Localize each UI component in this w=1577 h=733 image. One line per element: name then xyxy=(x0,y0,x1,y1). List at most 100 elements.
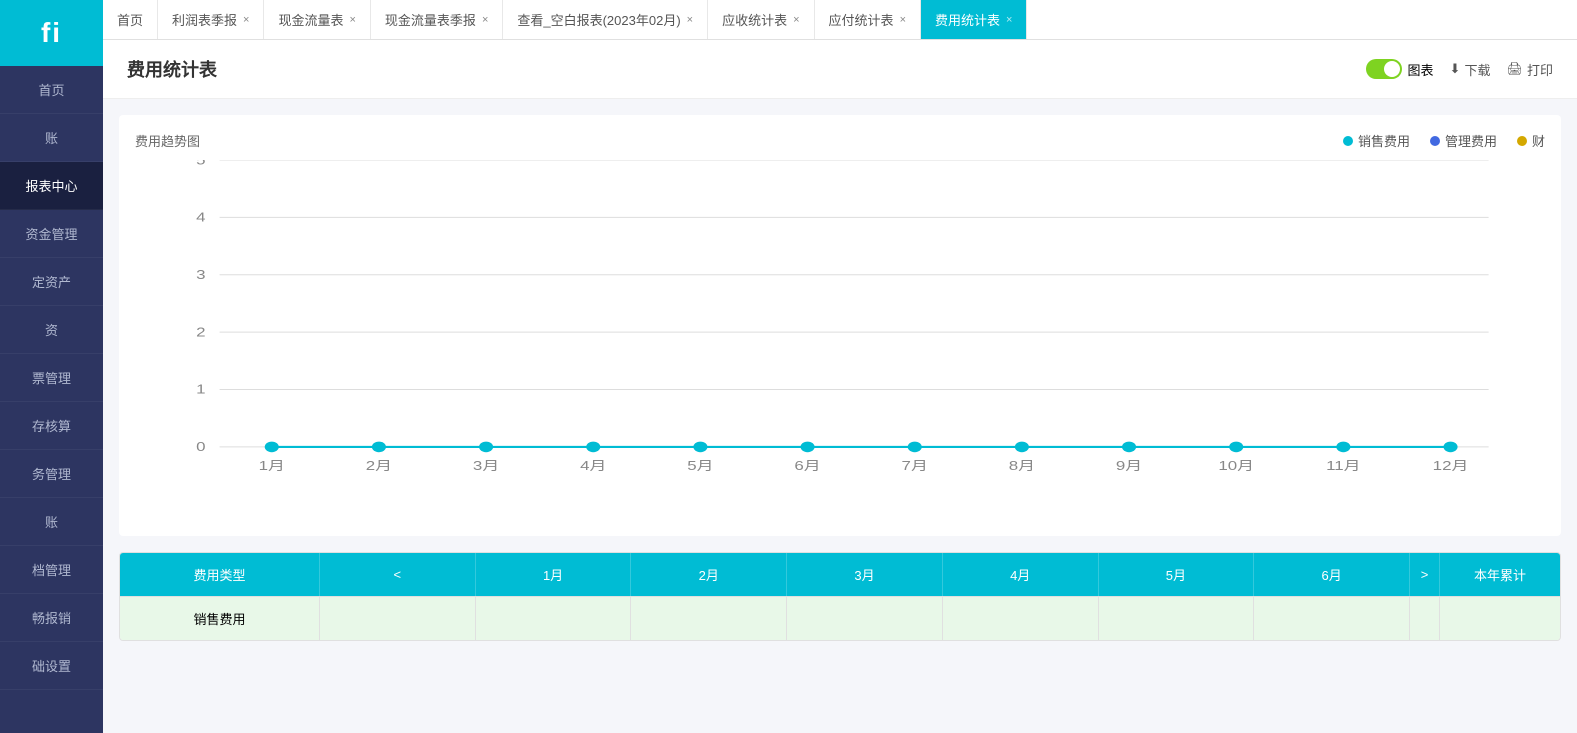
svg-text:8月: 8月 xyxy=(1009,459,1035,473)
sidebar-item-archive[interactable]: 档管理 xyxy=(0,546,103,594)
sidebar-item-fund-management[interactable]: 资金管理 xyxy=(0,210,103,258)
sidebar: fi 首页 账 报表中心 资金管理 定资产 资 票管理 存核算 务管理 账 档管… xyxy=(0,0,103,733)
legend-finance: 财 xyxy=(1517,131,1545,150)
svg-text:6月: 6月 xyxy=(794,459,820,473)
nav-next-icon[interactable]: > xyxy=(1421,567,1429,582)
td-type: 销售费用 xyxy=(120,597,320,640)
header-actions: 图表 ⬇ 下载 🖨 打印 xyxy=(1366,59,1553,79)
download-label: 下载 xyxy=(1464,60,1490,79)
close-expense-stats[interactable]: × xyxy=(1006,14,1012,26)
sidebar-item-home[interactable]: 首页 xyxy=(0,66,103,114)
close-payable[interactable]: × xyxy=(900,14,906,26)
svg-text:10月: 10月 xyxy=(1218,459,1254,473)
th-nav-prev[interactable]: < xyxy=(320,553,476,596)
print-icon: 🖨 xyxy=(1506,61,1523,77)
tab-blank-report[interactable]: 查看_空白报表(2023年02月) × xyxy=(503,0,708,39)
legend-admin: 管理费用 xyxy=(1430,131,1497,150)
tab-profit-quarter[interactable]: 利润表季报 × xyxy=(158,0,264,39)
print-button[interactable]: 🖨 打印 xyxy=(1506,60,1553,79)
sidebar-item-sales-return[interactable]: 畅报销 xyxy=(0,594,103,642)
td-may xyxy=(1099,597,1255,640)
chart-area: 费用趋势图 销售费用 管理费用 财 xyxy=(119,115,1561,536)
sidebar-item-inventory[interactable]: 存核算 xyxy=(0,402,103,450)
tab-expense-stats-label: 费用统计表 xyxy=(935,10,1000,29)
svg-text:3: 3 xyxy=(196,268,205,282)
tab-blank-report-label: 查看_空白报表(2023年02月) xyxy=(517,10,680,29)
legend-sales-label: 销售费用 xyxy=(1358,131,1410,150)
legend-finance-label: 财 xyxy=(1532,131,1545,150)
tab-payable[interactable]: 应付统计表 × xyxy=(815,0,921,39)
th-mar: 3月 xyxy=(787,553,943,596)
tab-payable-label: 应付统计表 xyxy=(829,10,894,29)
sidebar-item-invoice[interactable]: 票管理 xyxy=(0,354,103,402)
td-nav-spacer xyxy=(320,597,476,640)
sidebar-item-assets[interactable]: 资 xyxy=(0,306,103,354)
tab-bar: 首页 利润表季报 × 现金流量表 × 现金流量表季报 × 查看_空白报表(202… xyxy=(103,0,1577,40)
tab-cash-flow[interactable]: 现金流量表 × xyxy=(264,0,370,39)
sidebar-item-settings[interactable]: 础设置 xyxy=(0,642,103,690)
tab-cash-flow-quarter[interactable]: 现金流量表季报 × xyxy=(371,0,503,39)
td-apr xyxy=(943,597,1099,640)
chart-svg: 0 1 2 3 4 5 1月 2月 3月 4月 5月 6月 7月 8月 9月 xyxy=(135,160,1545,500)
table-row: 销售费用 xyxy=(120,596,1560,640)
th-ytd: 本年累计 xyxy=(1440,553,1560,596)
page-title: 费用统计表 xyxy=(127,56,217,82)
chart-header: 费用趋势图 销售费用 管理费用 财 xyxy=(135,131,1545,150)
th-jan: 1月 xyxy=(476,553,632,596)
svg-text:3月: 3月 xyxy=(473,459,499,473)
tab-expense-stats[interactable]: 费用统计表 × xyxy=(921,0,1027,39)
close-cash-flow[interactable]: × xyxy=(349,14,355,26)
svg-text:12月: 12月 xyxy=(1433,459,1469,473)
legend-finance-dot xyxy=(1517,136,1527,146)
main-area: 首页 利润表季报 × 现金流量表 × 现金流量表季报 × 查看_空白报表(202… xyxy=(103,0,1577,733)
table-area: 费用类型 < 1月 2月 3月 4月 5月 6月 > 本年累计 销售费用 xyxy=(119,552,1561,641)
legend-admin-dot xyxy=(1430,136,1440,146)
svg-text:0: 0 xyxy=(196,440,205,454)
page-content: 费用统计表 图表 ⬇ 下载 🖨 打印 费用趋势图 xyxy=(103,40,1577,733)
table-header: 费用类型 < 1月 2月 3月 4月 5月 6月 > 本年累计 xyxy=(120,553,1560,596)
svg-text:2: 2 xyxy=(196,325,205,339)
legend-sales: 销售费用 xyxy=(1343,131,1410,150)
chart-title: 费用趋势图 xyxy=(135,131,200,150)
nav-prev-icon[interactable]: < xyxy=(394,567,402,582)
page-header: 费用统计表 图表 ⬇ 下载 🖨 打印 xyxy=(103,40,1577,99)
chart-svg-area: 0 1 2 3 4 5 1月 2月 3月 4月 5月 6月 7月 8月 9月 xyxy=(135,160,1545,520)
svg-text:5月: 5月 xyxy=(687,459,713,473)
tab-home-label: 首页 xyxy=(117,10,143,29)
sidebar-item-fixed-assets[interactable]: 定资产 xyxy=(0,258,103,306)
sidebar-item-account[interactable]: 账 xyxy=(0,498,103,546)
tab-receivable[interactable]: 应收统计表 × xyxy=(708,0,814,39)
td-mar xyxy=(787,597,943,640)
legend-admin-label: 管理费用 xyxy=(1445,131,1497,150)
close-profit-quarter[interactable]: × xyxy=(243,14,249,26)
th-apr: 4月 xyxy=(943,553,1099,596)
svg-text:11月: 11月 xyxy=(1326,459,1360,473)
td-feb xyxy=(631,597,787,640)
svg-text:1月: 1月 xyxy=(259,459,285,473)
th-may: 5月 xyxy=(1099,553,1255,596)
close-cash-flow-quarter[interactable]: × xyxy=(482,14,488,26)
chart-toggle-label: 图表 xyxy=(1408,60,1434,79)
tab-receivable-label: 应收统计表 xyxy=(722,10,787,29)
download-icon: ⬇ xyxy=(1450,61,1461,77)
th-feb: 2月 xyxy=(631,553,787,596)
sidebar-item-report-center[interactable]: 报表中心 xyxy=(0,162,103,210)
svg-text:1: 1 xyxy=(196,383,205,397)
close-blank-report[interactable]: × xyxy=(687,14,693,26)
svg-text:4: 4 xyxy=(196,211,205,225)
download-button[interactable]: ⬇ 下载 xyxy=(1450,60,1491,79)
close-receivable[interactable]: × xyxy=(793,14,799,26)
th-nav-next[interactable]: > xyxy=(1410,553,1440,596)
svg-text:9月: 9月 xyxy=(1116,459,1142,473)
th-jun: 6月 xyxy=(1254,553,1410,596)
sidebar-item-service[interactable]: 务管理 xyxy=(0,450,103,498)
chart-legend: 销售费用 管理费用 财 xyxy=(1343,131,1545,150)
td-jan xyxy=(476,597,632,640)
tab-profit-quarter-label: 利润表季报 xyxy=(172,10,237,29)
tab-home[interactable]: 首页 xyxy=(103,0,158,39)
tab-cash-flow-quarter-label: 现金流量表季报 xyxy=(385,10,476,29)
legend-sales-dot xyxy=(1343,136,1353,146)
chart-toggle[interactable] xyxy=(1366,59,1402,79)
sidebar-item-ledger[interactable]: 账 xyxy=(0,114,103,162)
svg-text:2月: 2月 xyxy=(366,459,392,473)
